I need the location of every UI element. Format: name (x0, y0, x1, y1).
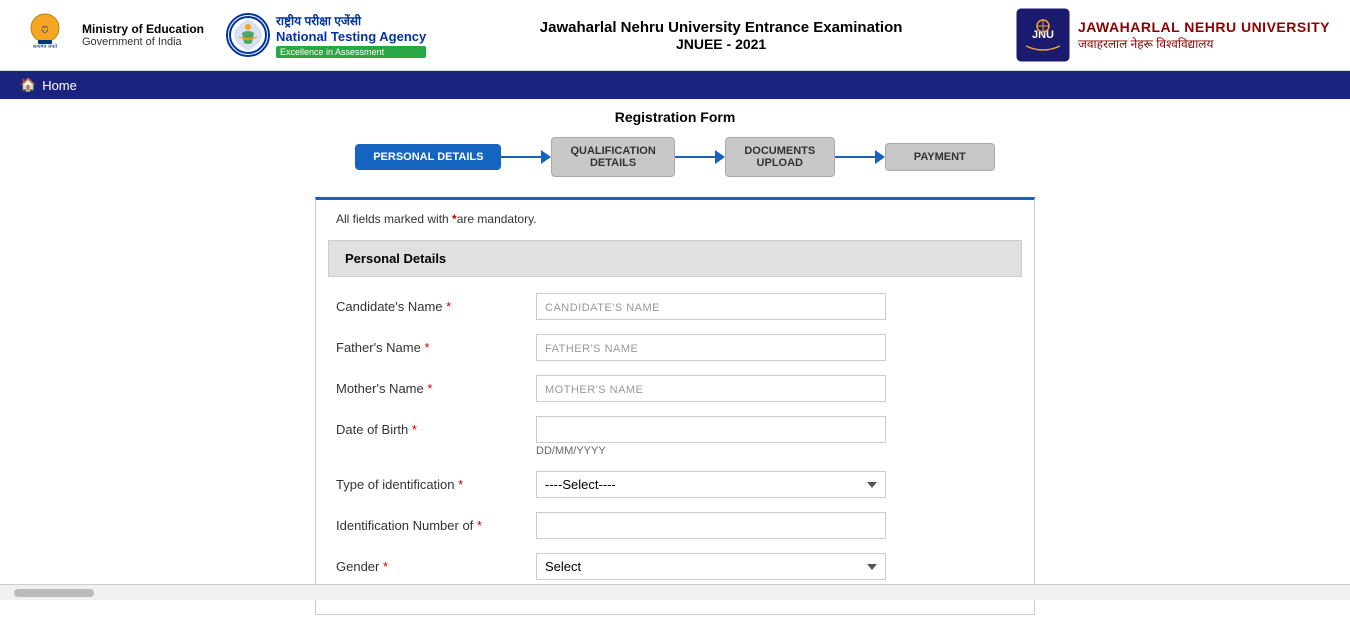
id-type-label: Type of identification * (336, 471, 536, 492)
id-type-wrap: ----Select---- Aadhaar Passport Voter ID… (536, 471, 1014, 498)
gender-label: Gender * (336, 553, 536, 574)
jnu-text: JAWAHARLAL NEHRU UNIVERSITY जवाहरलाल नेह… (1078, 19, 1330, 52)
nta-tagline: Excellence in Assessment (276, 46, 426, 58)
mandatory-note: All fields marked with *are mandatory. (316, 200, 1034, 232)
nta-emblem (226, 13, 270, 57)
header-center: Jawaharlal Nehru University Entrance Exa… (540, 19, 903, 52)
gender-select[interactable]: Select Male Female Transgender (536, 553, 886, 580)
father-name-row: Father's Name * (336, 334, 1014, 361)
required-star: * (458, 477, 463, 492)
dob-label: Date of Birth * (336, 416, 536, 437)
required-star: * (383, 559, 388, 574)
svg-text:सत्यमेव जयते: सत्यमेव जयते (33, 43, 57, 50)
step-qualification[interactable]: QUALIFICATIONDETAILS (551, 137, 674, 177)
required-star: * (427, 381, 432, 396)
nta-hindi: राष्ट्रीय परीक्षा एजेंसी (276, 12, 426, 29)
jnu-english: JAWAHARLAL NEHRU UNIVERSITY (1078, 19, 1330, 35)
dob-row: Date of Birth * DD/MM/YYYY (336, 416, 1014, 457)
main-content: Registration Form PERSONAL DETAILS QUALI… (0, 99, 1350, 625)
gender-row: Gender * Select Male Female Transgender (336, 553, 1014, 580)
exam-subtitle: JNUEE - 2021 (540, 36, 903, 52)
mother-name-wrap (536, 375, 1014, 402)
gender-wrap: Select Male Female Transgender (536, 553, 1014, 580)
id-type-row: Type of identification * ----Select---- … (336, 471, 1014, 498)
svg-text:🦁: 🦁 (41, 25, 50, 34)
mother-name-row: Mother's Name * (336, 375, 1014, 402)
id-number-wrap (536, 512, 1014, 539)
jnu-hindi: जवाहरलाल नेहरू विश्वविद्यालय (1078, 35, 1330, 52)
id-number-row: Identification Number of * (336, 512, 1014, 539)
arrow-1 (501, 156, 541, 158)
candidate-name-row: Candidate's Name * (336, 293, 1014, 320)
candidate-name-label: Candidate's Name * (336, 293, 536, 314)
section-header: Personal Details (328, 240, 1022, 277)
form-container: All fields marked with *are mandatory. P… (315, 197, 1035, 615)
fathers-name-input[interactable] (536, 334, 886, 361)
mothers-name-input[interactable] (536, 375, 886, 402)
step-documents[interactable]: DOCUMENTSUPLOAD (725, 137, 835, 177)
id-number-input[interactable] (536, 512, 886, 539)
step-personal-label[interactable]: PERSONAL DETAILS (355, 144, 501, 170)
mother-name-label: Mother's Name * (336, 375, 536, 396)
home-link[interactable]: Home (42, 78, 77, 93)
required-star: * (477, 518, 482, 533)
jnu-emblem: JNU (1016, 8, 1070, 62)
navbar: 🏠 Home (0, 71, 1350, 99)
id-number-label: Identification Number of * (336, 512, 536, 533)
step-payment-label[interactable]: PAYMENT (885, 143, 995, 171)
horizontal-scrollbar[interactable] (0, 584, 1350, 600)
candidates-name-input[interactable] (536, 293, 886, 320)
ministry-info: Ministry of Education Government of Indi… (82, 22, 204, 48)
arrowhead-2 (715, 150, 725, 164)
arrowhead-3 (875, 150, 885, 164)
header-left-logos: 🦁 सत्यमेव जयते Ministry of Education Gov… (20, 10, 426, 60)
form-body: Candidate's Name * Father's Name * Mothe… (316, 285, 1034, 614)
jnu-logo: JNU JAWAHARLAL NEHRU UNIVERSITY जवाहरलाल… (1016, 8, 1330, 62)
progress-steps: PERSONAL DETAILS QUALIFICATIONDETAILS DO… (20, 137, 1330, 177)
nta-english: National Testing Agency (276, 29, 426, 44)
ministry-title: Ministry of Education (82, 22, 204, 36)
home-icon: 🏠 (20, 77, 36, 93)
nta-logo-text: राष्ट्रीय परीक्षा एजेंसी National Testin… (276, 12, 426, 58)
required-star: * (446, 299, 451, 314)
father-name-label: Father's Name * (336, 334, 536, 355)
site-header: 🦁 सत्यमेव जयते Ministry of Education Gov… (0, 0, 1350, 71)
govt-emblem: 🦁 सत्यमेव जयते (20, 10, 70, 60)
required-star: * (412, 422, 417, 437)
arrow-2 (675, 156, 715, 158)
step-qualification-label[interactable]: QUALIFICATIONDETAILS (551, 137, 674, 177)
step-payment[interactable]: PAYMENT (885, 143, 995, 171)
dob-wrap: DD/MM/YYYY (536, 416, 1014, 457)
ministry-sub: Government of India (82, 36, 204, 48)
father-name-wrap (536, 334, 1014, 361)
form-title: Registration Form (20, 109, 1330, 125)
step-documents-label[interactable]: DOCUMENTSUPLOAD (725, 137, 835, 177)
header-right: JNU JAWAHARLAL NEHRU UNIVERSITY जवाहरलाल… (1016, 8, 1330, 62)
candidate-name-wrap (536, 293, 1014, 320)
section-title: Personal Details (345, 251, 446, 266)
arrow-3 (835, 156, 875, 158)
date-hint: DD/MM/YYYY (536, 445, 1014, 457)
dob-input[interactable] (536, 416, 886, 443)
id-type-select[interactable]: ----Select---- Aadhaar Passport Voter ID… (536, 471, 886, 498)
arrowhead-1 (541, 150, 551, 164)
scrollbar-thumb[interactable] (14, 589, 94, 597)
required-star: * (424, 340, 429, 355)
exam-title: Jawaharlal Nehru University Entrance Exa… (540, 19, 903, 36)
step-personal[interactable]: PERSONAL DETAILS (355, 144, 501, 170)
